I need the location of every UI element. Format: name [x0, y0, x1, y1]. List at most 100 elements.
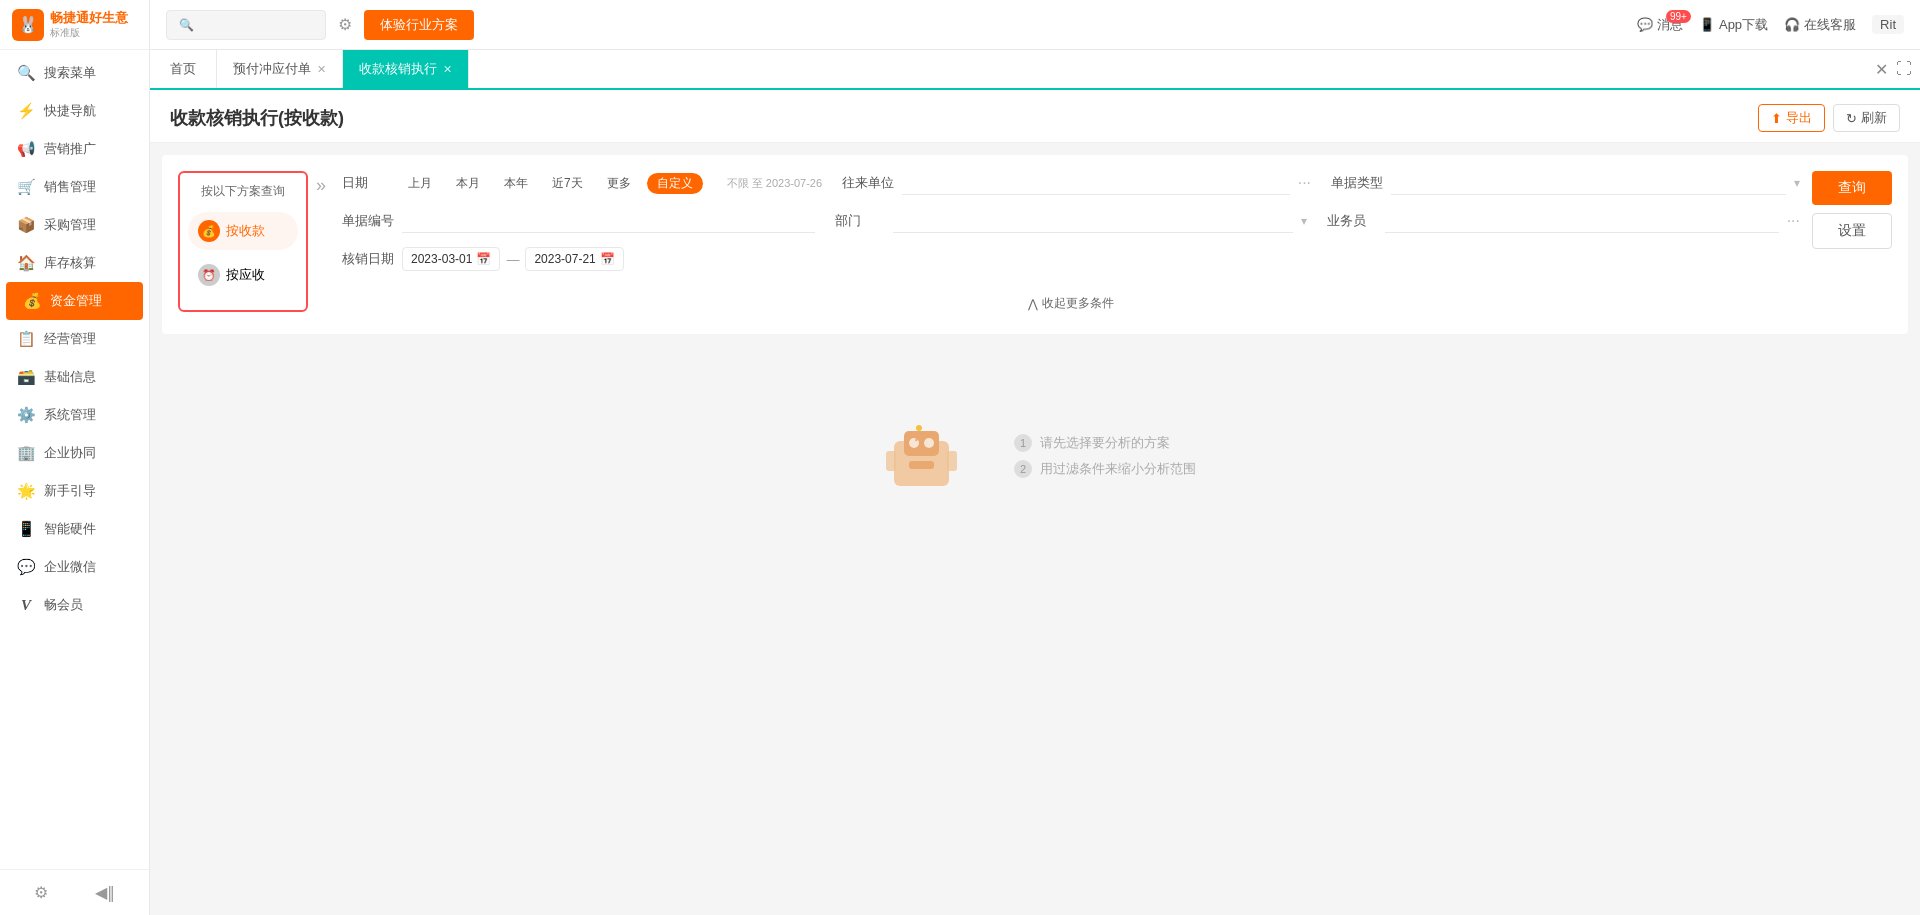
- tabbar-expand-icon[interactable]: ⛶: [1896, 60, 1912, 78]
- sidebar-item-business[interactable]: 📋 经营管理: [0, 320, 149, 358]
- sidebar-label-shortcut: 快捷导航: [44, 102, 96, 120]
- sidebar-item-guide[interactable]: 🌟 新手引导: [0, 472, 149, 510]
- collapse-sidebar-icon[interactable]: ◀‖: [91, 879, 119, 906]
- app-label: App下载: [1719, 16, 1768, 34]
- sidebar-item-shortcut[interactable]: ⚡ 快捷导航: [0, 92, 149, 130]
- doc-type-chevron[interactable]: ▾: [1794, 176, 1800, 190]
- app-logo-icon: 🐰: [12, 9, 44, 41]
- filter-panel-title: 按以下方案查询: [188, 183, 298, 200]
- app-download-button[interactable]: 📱 App下载: [1699, 16, 1768, 34]
- filter-row-1: 日期 上月 本月 本年 近7天 更多 自定义 不限 至 2023-07-26: [342, 171, 1800, 195]
- sidebar-item-basic[interactable]: 🗃️ 基础信息: [0, 358, 149, 396]
- filter-row-2: 单据编号 部门 ▾ 业务员 ···: [342, 209, 1800, 233]
- partner-input-area[interactable]: [902, 171, 1290, 195]
- date-separator: —: [506, 252, 519, 267]
- filter-option-by-receipt[interactable]: 💰 按收款: [188, 212, 298, 250]
- doc-type-label: 单据类型: [1331, 174, 1383, 192]
- date-filter-group: 上月 本月 本年 近7天 更多 自定义: [400, 173, 703, 194]
- sales-icon: 🛒: [16, 178, 36, 196]
- verify-date-start-input[interactable]: 2023-03-01 📅: [402, 247, 500, 271]
- date-last-month[interactable]: 上月: [400, 173, 440, 194]
- collapse-filter-left[interactable]: »: [312, 171, 330, 200]
- doc-type-select[interactable]: [1391, 171, 1786, 195]
- staff-more-icon[interactable]: ···: [1787, 212, 1800, 230]
- filter-rows: 日期 上月 本月 本年 近7天 更多 自定义 不限 至 2023-07-26: [342, 171, 1800, 318]
- brand-main: 畅捷通好生意: [50, 10, 128, 27]
- tab-verify-close[interactable]: ✕: [443, 63, 452, 76]
- tab-prepay[interactable]: 预付冲应付单 ✕: [217, 50, 343, 88]
- date-range-text: 不限 至 2023-07-26: [723, 176, 822, 191]
- sidebar-item-wechat[interactable]: 💬 企业微信: [0, 548, 149, 586]
- user-profile[interactable]: Rit: [1872, 15, 1904, 34]
- doc-no-input[interactable]: [402, 209, 815, 233]
- date-custom[interactable]: 自定义: [647, 173, 703, 194]
- step-1-num: 1: [1014, 434, 1032, 452]
- filter-panel: 按以下方案查询 💰 按收款 ⏰ 按应收 »: [162, 155, 1908, 334]
- sidebar-nav: 🔍 搜索菜单 ⚡ 快捷导航 📢 营销推广 🛒 销售管理 📦 采购管理 🏠 库存核…: [0, 50, 149, 869]
- topbar-search-box[interactable]: 🔍: [166, 10, 326, 40]
- tab-home[interactable]: 首页: [150, 50, 217, 88]
- tab-prepay-close[interactable]: ✕: [317, 63, 326, 76]
- receipt-icon: 💰: [198, 220, 220, 242]
- sidebar-label-inventory: 库存核算: [44, 254, 96, 272]
- export-icon: ⬆: [1771, 111, 1782, 126]
- verify-date-end-input[interactable]: 2023-07-21 📅: [525, 247, 623, 271]
- search-icon: 🔍: [16, 64, 36, 82]
- message-button[interactable]: 💬 消息 99+: [1637, 16, 1683, 34]
- tab-verify-label: 收款核销执行: [359, 60, 437, 78]
- refresh-button[interactable]: ↻ 刷新: [1833, 104, 1900, 132]
- sidebar-item-marketing[interactable]: 📢 营销推广: [0, 130, 149, 168]
- topbar: 🔍 ⚙ 体验行业方案 💬 消息 99+ 📱 App下载 🎧 在线客服 Rit: [150, 0, 1920, 50]
- sidebar-item-system[interactable]: ⚙️ 系统管理: [0, 396, 149, 434]
- sidebar-label-business: 经营管理: [44, 330, 96, 348]
- partner-more-icon[interactable]: ···: [1298, 174, 1311, 192]
- collapse-more-button[interactable]: ⋀ 收起更多条件: [342, 289, 1800, 318]
- filter-option-by-receivable[interactable]: ⏰ 按应收: [188, 256, 298, 294]
- tab-verify[interactable]: 收款核销执行 ✕: [343, 50, 469, 88]
- step-1-text: 请先选择要分析的方案: [1040, 434, 1170, 452]
- sidebar-item-purchase[interactable]: 📦 采购管理: [0, 206, 149, 244]
- svg-point-8: [916, 425, 922, 431]
- sidebar-item-hardware[interactable]: 📱 智能硬件: [0, 510, 149, 548]
- sidebar-item-member[interactable]: V 畅会员: [0, 586, 149, 624]
- step-2-num: 2: [1014, 460, 1032, 478]
- staff-label: 业务员: [1327, 212, 1377, 230]
- filter-actions: 查询 设置: [1812, 171, 1892, 318]
- filter-doc-type: 单据类型 ▾: [1331, 171, 1800, 195]
- staff-input-area[interactable]: [1385, 209, 1778, 233]
- query-button[interactable]: 查询: [1812, 171, 1892, 205]
- settings-bottom-icon[interactable]: ⚙: [30, 879, 52, 906]
- sidebar-label-basic: 基础信息: [44, 368, 96, 386]
- empty-illustration: [874, 406, 974, 506]
- receivable-icon: ⏰: [198, 264, 220, 286]
- page-body: 收款核销执行(按收款) ⬆ 导出 ↻ 刷新 按以下方案查询 💰: [150, 90, 1920, 915]
- sidebar-item-finance[interactable]: 💰 资金管理: [6, 282, 143, 320]
- settings-button[interactable]: 设置: [1812, 213, 1892, 249]
- online-service-button[interactable]: 🎧 在线客服: [1784, 16, 1856, 34]
- sidebar-label-corp: 企业协同: [44, 444, 96, 462]
- sidebar-item-search[interactable]: 🔍 搜索菜单: [0, 54, 149, 92]
- sidebar-bottom: ⚙ ◀‖: [0, 869, 149, 915]
- sidebar-item-inventory[interactable]: 🏠 库存核算: [0, 244, 149, 282]
- export-label: 导出: [1786, 109, 1812, 127]
- date-this-year[interactable]: 本年: [496, 173, 536, 194]
- dept-chevron[interactable]: ▾: [1301, 214, 1307, 228]
- sidebar-label-purchase: 采购管理: [44, 216, 96, 234]
- sidebar-label-member: 畅会员: [44, 596, 83, 614]
- date-7days[interactable]: 近7天: [544, 173, 591, 194]
- sidebar-item-sales[interactable]: 🛒 销售管理: [0, 168, 149, 206]
- export-button[interactable]: ⬆ 导出: [1758, 104, 1825, 132]
- svg-point-3: [924, 438, 934, 448]
- date-this-month[interactable]: 本月: [448, 173, 488, 194]
- date-more[interactable]: 更多: [599, 173, 639, 194]
- page-header: 收款核销执行(按收款) ⬆ 导出 ↻ 刷新: [150, 90, 1920, 143]
- tabbar-close-icon[interactable]: ✕: [1875, 60, 1888, 79]
- dept-select[interactable]: [893, 209, 1294, 233]
- svg-rect-6: [947, 451, 957, 471]
- solution-button[interactable]: 体验行业方案: [364, 10, 474, 40]
- collapse-label: 收起更多条件: [1042, 295, 1114, 312]
- sidebar-item-corp[interactable]: 🏢 企业协同: [0, 434, 149, 472]
- empty-state: 1 请先选择要分析的方案 2 用过滤条件来缩小分析范围: [150, 346, 1920, 566]
- topbar-gear-icon[interactable]: ⚙: [338, 15, 352, 34]
- inventory-icon: 🏠: [16, 254, 36, 272]
